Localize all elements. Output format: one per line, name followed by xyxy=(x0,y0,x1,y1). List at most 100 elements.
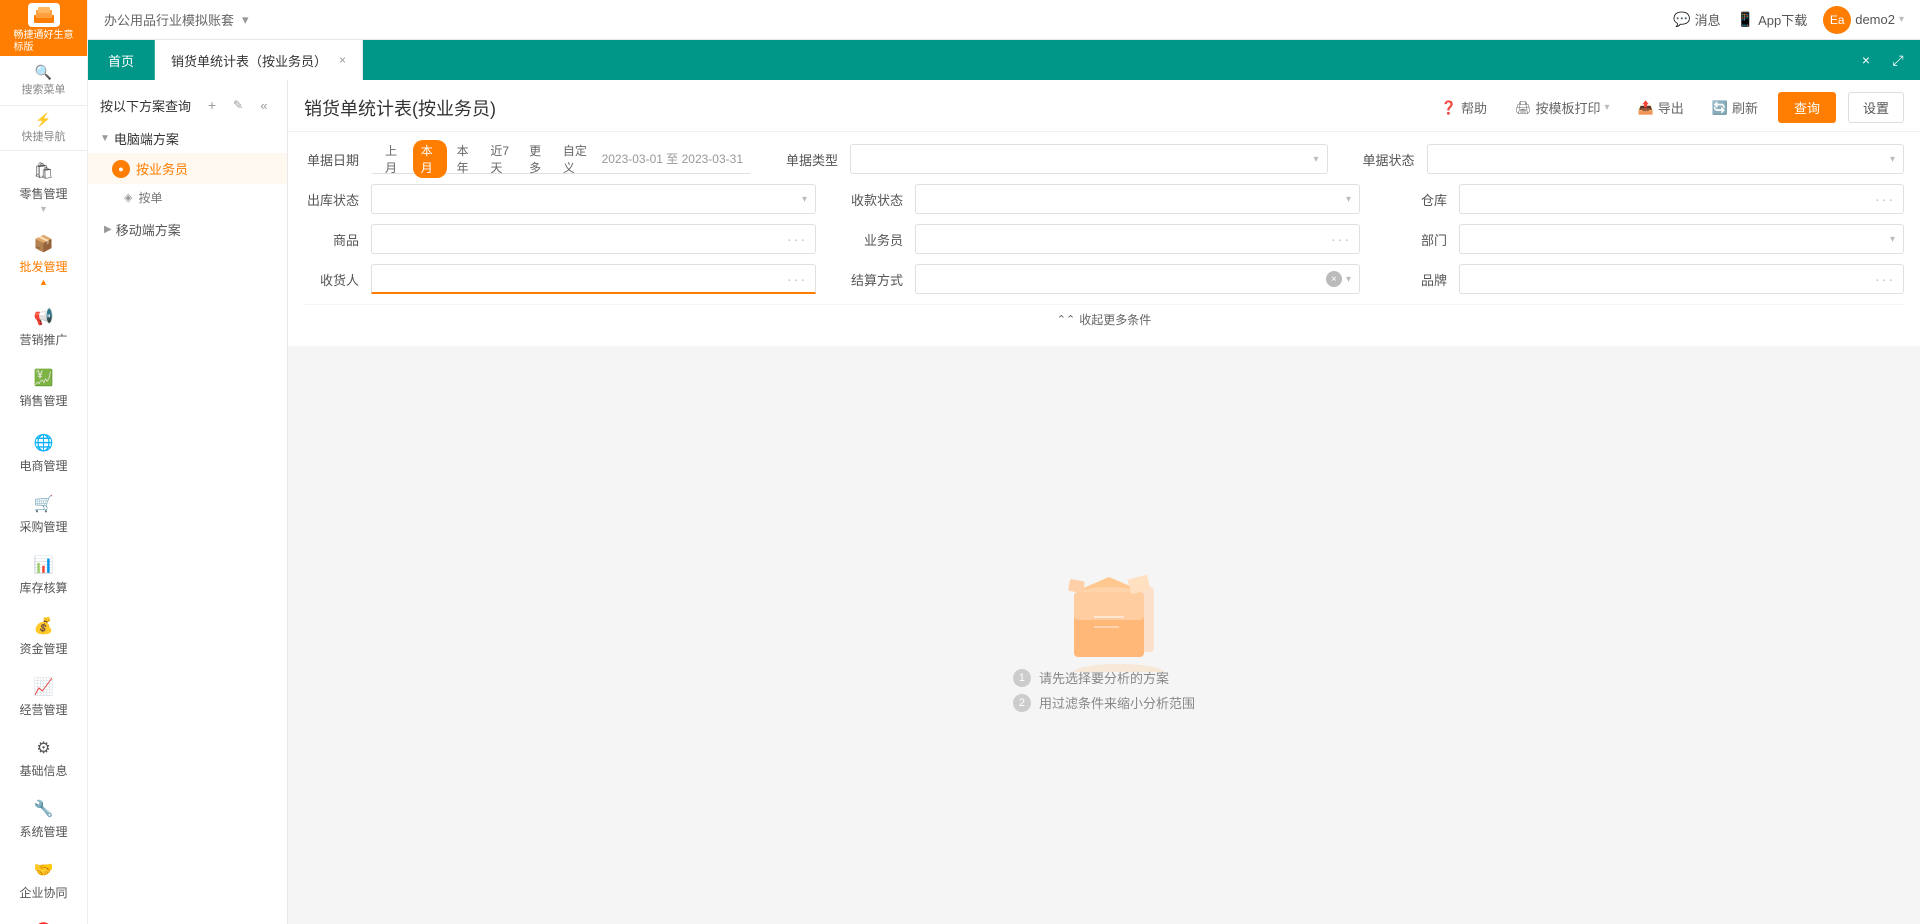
empty-text: 1 请先选择要分析的方案 2 用过滤条件来缩小分析范围 xyxy=(1013,668,1195,718)
doc-type-label: 单据类型 xyxy=(783,150,838,169)
filter-area: 单据日期 上月 本月 本年 近7天 更多 自定义 2023-03-01 至 20… xyxy=(288,132,1920,346)
pay-status-field[interactable]: ▾ xyxy=(915,184,1360,214)
sidebar-quicknav[interactable]: ⚡ 快捷导航 xyxy=(0,106,88,151)
sidebar-item-ecommerce[interactable]: 🌐 电商管理 xyxy=(0,423,88,484)
date-field[interactable]: 上月 本月 本年 近7天 更多 自定义 2023-03-01 至 2023-03… xyxy=(371,144,751,174)
sidebar-item-inventory[interactable]: 📊 库存核算 xyxy=(0,545,88,606)
print-icon: 🖨 xyxy=(1515,100,1532,116)
doc-type-dropdown-icon: ▾ xyxy=(1313,154,1318,165)
desktop-group-header[interactable]: ▼ 电脑端方案 xyxy=(88,124,287,153)
receiver-field[interactable]: ··· xyxy=(371,264,816,294)
help-btn[interactable]: ❓ 帮助 xyxy=(1433,94,1495,121)
edit-plan-btn[interactable]: ✎ xyxy=(227,94,249,116)
finance-icon: 💰 xyxy=(34,616,54,636)
settings-btn[interactable]: 设置 xyxy=(1848,92,1904,123)
refresh-btn[interactable]: 🔄 刷新 xyxy=(1704,94,1766,121)
panel-header-actions: + ✎ « xyxy=(201,94,275,116)
date-tab-more[interactable]: 更多 xyxy=(523,140,553,178)
sidebar-item-marketing[interactable]: 📢 营销推广 xyxy=(0,297,88,358)
query-btn[interactable]: 查询 xyxy=(1778,92,1836,123)
tab-close-window-btn[interactable]: × xyxy=(1852,46,1880,74)
help-icon: ❓ xyxy=(1441,100,1457,116)
user-dropdown-icon: ▾ xyxy=(1899,14,1904,25)
collapse-bar[interactable]: ⌃⌃ 收起更多条件 xyxy=(304,304,1904,334)
sidebar-item-wholesale[interactable]: 📦 批发管理 ▲ xyxy=(0,224,88,297)
export-icon: 📤 xyxy=(1638,100,1654,116)
settle-clear-btn[interactable]: × xyxy=(1326,271,1342,287)
date-tab-custom[interactable]: 自定义 xyxy=(557,140,596,178)
out-status-dropdown-icon: ▾ xyxy=(802,194,807,205)
panel-header: 按以下方案查询 + ✎ « xyxy=(88,88,287,122)
sidebar: 畅捷通好生意 标版 🔍 搜索菜单 ⚡ 快捷导航 🛍 零售管理 ▼ 📦 批发管理 … xyxy=(0,0,88,924)
logo-text: 畅捷通好生意 标版 xyxy=(14,30,74,54)
sidebar-item-sales[interactable]: 💹 销售管理 xyxy=(0,358,88,419)
settle-field[interactable]: × ▾ xyxy=(915,264,1360,294)
app-download-btn[interactable]: 📱 App下载 xyxy=(1737,10,1808,29)
sidebar-item-enterprise[interactable]: 🤝 企业协同 xyxy=(0,850,88,911)
out-status-label: 出库状态 xyxy=(304,190,359,209)
left-panel: 按以下方案查询 + ✎ « ▼ 电脑端方案 ● xyxy=(88,80,288,924)
warehouse-field[interactable]: ··· xyxy=(1459,184,1904,214)
logo-icon xyxy=(28,3,60,27)
receiver-input[interactable] xyxy=(380,271,787,286)
dept-field[interactable]: ▾ xyxy=(1459,224,1904,254)
warehouse-dots: ··· xyxy=(1875,191,1895,207)
goods-dots: ··· xyxy=(787,231,807,247)
date-tabs: 上月 本月 本年 近7天 更多 自定义 xyxy=(379,140,596,178)
salesman-dots: ··· xyxy=(1331,231,1351,247)
tab-home[interactable]: 首页 xyxy=(88,40,155,80)
sidebar-item-retail[interactable]: 🛍 零售管理 ▼ xyxy=(0,151,88,224)
date-tab-this-year[interactable]: 本年 xyxy=(451,140,481,178)
step-1-num: 1 xyxy=(1013,669,1031,687)
print-dropdown-icon: ▾ xyxy=(1605,102,1610,113)
sidebar-logo[interactable]: 畅捷通好生意 标版 xyxy=(0,0,88,56)
brand-label: 品牌 xyxy=(1392,270,1447,289)
export-btn[interactable]: 📤 导出 xyxy=(1630,94,1692,121)
salesman-field[interactable]: ··· xyxy=(915,224,1360,254)
tab-actions: × ⤢ xyxy=(1852,46,1920,74)
inventory-icon: 📊 xyxy=(34,555,54,575)
user-menu-btn[interactable]: Ea demo2 ▾ xyxy=(1823,6,1904,34)
expand-icon: ▼ xyxy=(100,133,110,144)
plan-subitem-order[interactable]: ◈ 按单 xyxy=(88,184,287,211)
date-tab-this-month[interactable]: 本月 xyxy=(413,140,447,178)
mobile-group-header[interactable]: ▶ 移动端方案 xyxy=(88,215,287,244)
doc-status-dropdown-icon: ▾ xyxy=(1890,154,1895,165)
sidebar-item-operations[interactable]: 📈 经营管理 xyxy=(0,667,88,728)
pay-status-label: 收款状态 xyxy=(848,190,903,209)
doc-status-field[interactable]: ▾ xyxy=(1427,144,1905,174)
tab-salesman-report[interactable]: 销货单统计表（按业务员） × xyxy=(155,40,363,80)
sidebar-item-basic[interactable]: ⚙ 基础信息 xyxy=(0,728,88,789)
sidebar-item-newbie[interactable]: 🎯 新手引导 xyxy=(0,911,88,924)
doc-status-label: 单据状态 xyxy=(1360,150,1415,169)
purchase-icon: 🛒 xyxy=(34,494,54,514)
sidebar-search[interactable]: 🔍 搜索菜单 xyxy=(0,56,88,106)
tab-maximize-btn[interactable]: ⤢ xyxy=(1884,46,1912,74)
date-label: 单据日期 xyxy=(304,150,359,169)
collapse-panel-btn[interactable]: « xyxy=(253,94,275,116)
date-tab-7days[interactable]: 近7天 xyxy=(484,140,519,178)
goods-field[interactable]: ··· xyxy=(371,224,816,254)
sidebar-item-purchase[interactable]: 🛒 采购管理 xyxy=(0,484,88,545)
desktop-plan-group: ▼ 电脑端方案 ● 按业务员 ◈ 按单 xyxy=(88,122,287,213)
print-btn[interactable]: 🖨 按模板打印 ▾ xyxy=(1507,94,1618,121)
out-status-field[interactable]: ▾ xyxy=(371,184,816,214)
doc-type-field[interactable]: ▾ xyxy=(850,144,1328,174)
tab-close-btn[interactable]: × xyxy=(339,53,346,67)
empty-state: 1 请先选择要分析的方案 2 用过滤条件来缩小分析范围 xyxy=(288,346,1920,924)
brand-field[interactable]: ··· xyxy=(1459,264,1904,294)
enterprise-icon: 🤝 xyxy=(34,860,54,880)
date-tab-last-month[interactable]: 上月 xyxy=(379,140,409,178)
dropdown-icon[interactable]: ▾ xyxy=(242,12,249,28)
plan-item-salesman[interactable]: ● 按业务员 xyxy=(88,153,287,184)
message-btn[interactable]: 💬 消息 xyxy=(1673,10,1720,29)
add-plan-btn[interactable]: + xyxy=(201,94,223,116)
avatar: Ea xyxy=(1823,6,1851,34)
mobile-icon: 📱 xyxy=(1737,11,1754,28)
dept-dropdown-icon: ▾ xyxy=(1890,234,1895,245)
sidebar-item-system[interactable]: 🔧 系统管理 xyxy=(0,789,88,850)
refresh-icon: 🔄 xyxy=(1712,100,1728,116)
receiver-dots: ··· xyxy=(787,271,807,287)
step-2-num: 2 xyxy=(1013,694,1031,712)
sidebar-item-finance[interactable]: 💰 资金管理 xyxy=(0,606,88,667)
